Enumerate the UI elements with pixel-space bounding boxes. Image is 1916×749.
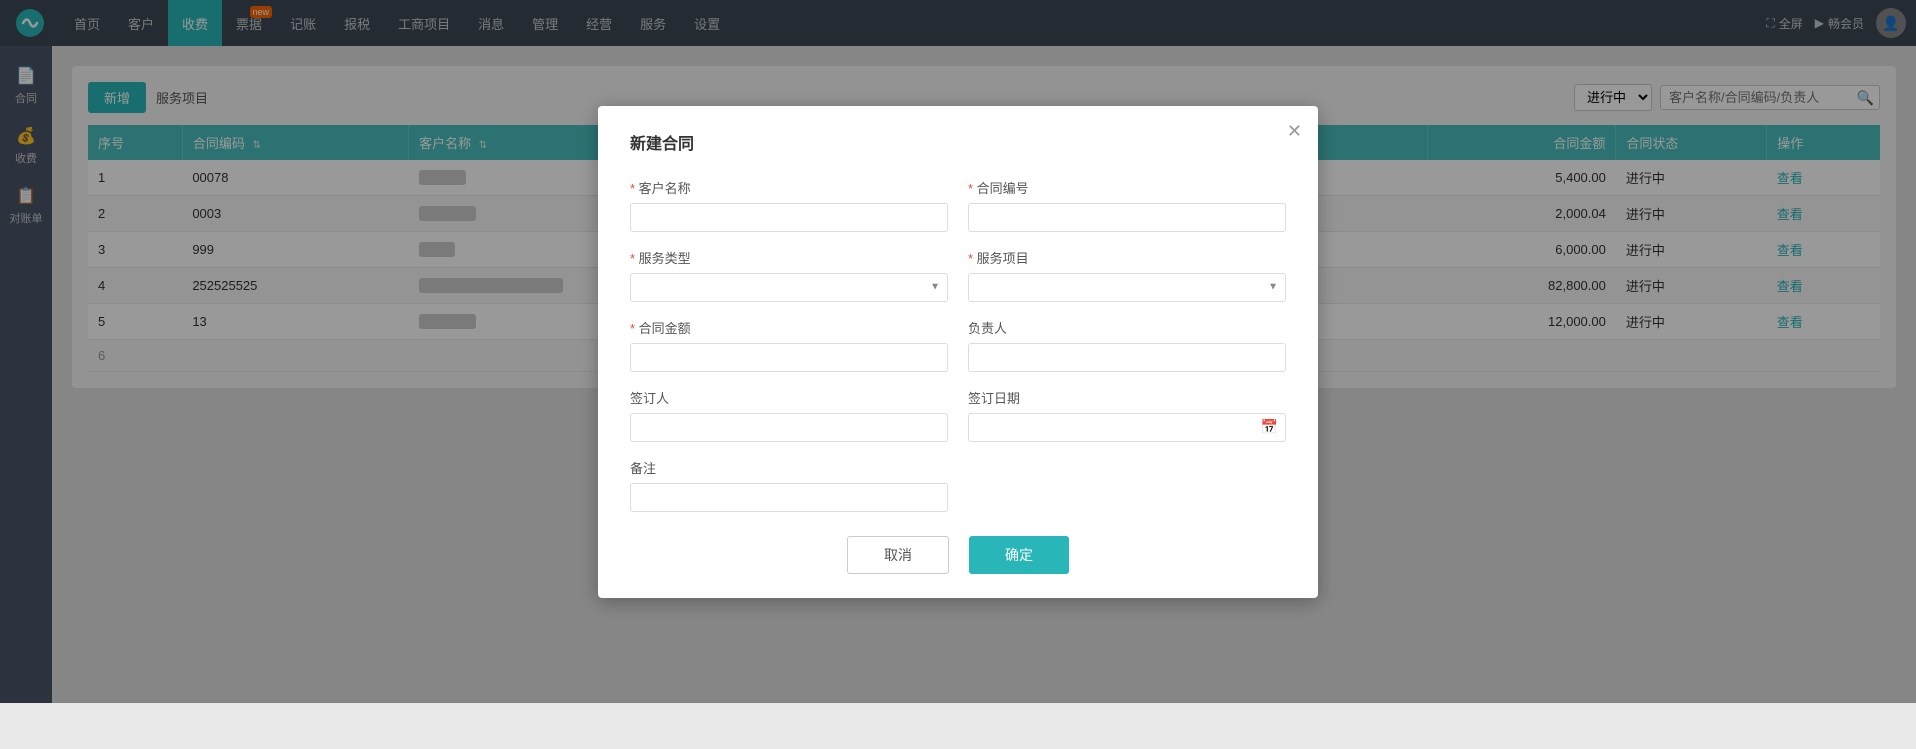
customer-label: 客户名称 — [630, 178, 948, 197]
service-item-label: 服务项目 — [968, 248, 1286, 267]
signer-label: 签订人 — [630, 388, 948, 407]
service-type-select-wrap — [630, 273, 948, 302]
form-row-2: 服务类型 服务项目 — [630, 248, 1286, 302]
dialog-overlay: ✕ 新建合同 客户名称 合同编号 服务类型 — [0, 0, 1916, 703]
form-group-responsible: 负责人 — [968, 318, 1286, 372]
dialog-footer: 取消 确定 — [630, 536, 1286, 574]
sign-date-input[interactable]: 2023-06-06 — [968, 413, 1286, 442]
service-type-label: 服务类型 — [630, 248, 948, 267]
form-group-service-type: 服务类型 — [630, 248, 948, 302]
new-contract-dialog: ✕ 新建合同 客户名称 合同编号 服务类型 — [598, 106, 1318, 598]
confirm-button[interactable]: 确定 — [969, 536, 1069, 574]
signer-input[interactable] — [630, 413, 948, 442]
customer-input[interactable] — [630, 203, 948, 232]
amount-input[interactable]: 0.00 — [630, 343, 948, 372]
sign-date-wrap: 2023-06-06 📅 — [968, 413, 1286, 442]
responsible-label: 负责人 — [968, 318, 1286, 337]
form-row-3: 合同金额 0.00 负责人 — [630, 318, 1286, 372]
form-group-customer: 客户名称 — [630, 178, 948, 232]
form-group-amount: 合同金额 0.00 — [630, 318, 948, 372]
contract-no-input[interactable] — [968, 203, 1286, 232]
dialog-close-button[interactable]: ✕ — [1287, 122, 1302, 140]
form-row-5: 备注 — [630, 458, 1286, 512]
form-row-1: 客户名称 合同编号 — [630, 178, 1286, 232]
form-group-sign-date: 签订日期 2023-06-06 📅 — [968, 388, 1286, 442]
sign-date-label: 签订日期 — [968, 388, 1286, 407]
form-row-4: 签订人 签订日期 2023-06-06 📅 — [630, 388, 1286, 442]
remark-input[interactable] — [630, 483, 948, 512]
responsible-input[interactable] — [968, 343, 1286, 372]
contract-no-label: 合同编号 — [968, 178, 1286, 197]
dialog-title: 新建合同 — [630, 130, 1286, 154]
form-group-service-item: 服务项目 — [968, 248, 1286, 302]
remark-label: 备注 — [630, 458, 948, 477]
service-item-select[interactable] — [968, 273, 1286, 302]
form-group-contract-no: 合同编号 — [968, 178, 1286, 232]
cancel-button[interactable]: 取消 — [847, 536, 949, 574]
form-group-remark: 备注 — [630, 458, 948, 512]
service-type-select[interactable] — [630, 273, 948, 302]
service-item-select-wrap — [968, 273, 1286, 302]
amount-label: 合同金额 — [630, 318, 948, 337]
form-group-signer: 签订人 — [630, 388, 948, 442]
